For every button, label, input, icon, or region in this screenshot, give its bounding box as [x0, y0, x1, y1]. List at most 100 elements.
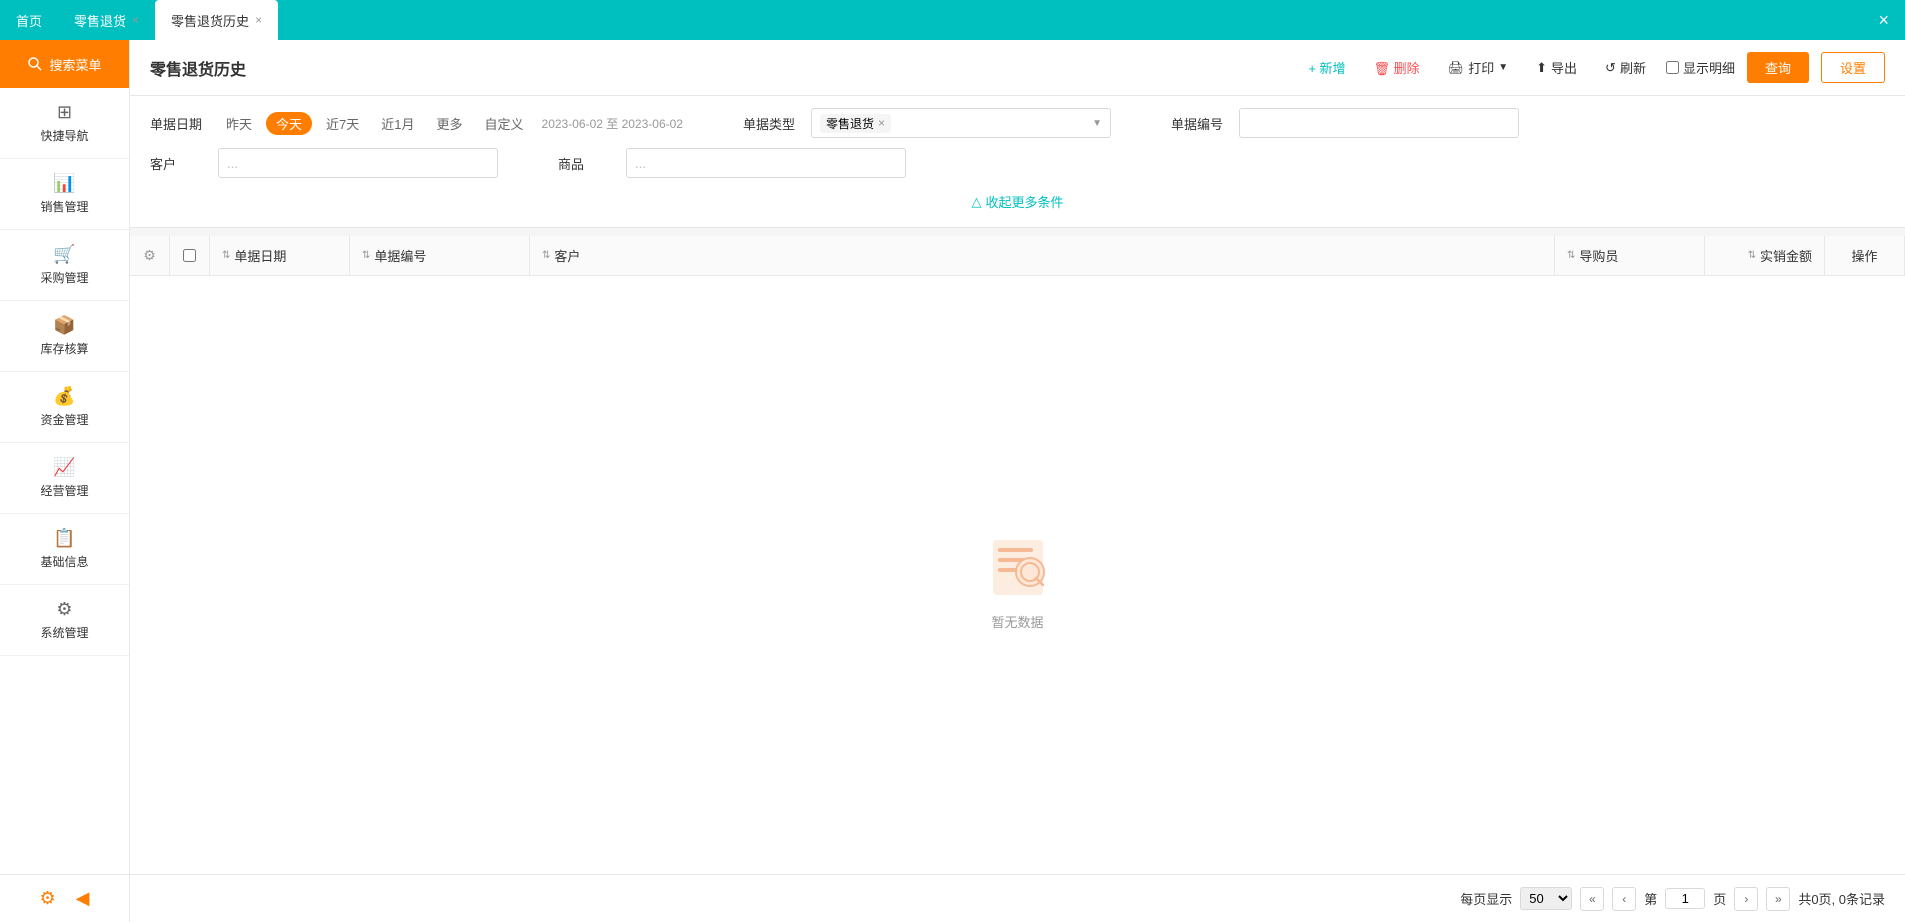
per-page-label: 每页显示 — [1460, 889, 1512, 908]
th-date: ⇅ 单据日期 — [210, 236, 350, 275]
pagination: 每页显示 50 10 20 100 « ‹ 第 页 › » 共0页, 0条记录 — [130, 874, 1905, 922]
print-arrow-icon: ▼ — [1498, 62, 1508, 73]
sort-date-icon[interactable]: ⇅ — [222, 250, 230, 261]
date-filter-label: 单据日期 — [150, 114, 210, 133]
th-date-label: 单据日期 — [234, 246, 286, 265]
bill-type-dropdown-icon: ▼ — [1092, 118, 1102, 129]
content-area: 零售退货历史 + 新增 🗑 删除 🖨 🖨 打印 打印 ▼ ⬆ 导出 ↺ 刷新 — [130, 40, 1905, 922]
sort-guide-icon[interactable]: ⇅ — [1567, 250, 1575, 261]
goods-select[interactable]: ... — [626, 148, 906, 178]
prev-page-button[interactable]: ‹ — [1612, 887, 1636, 911]
new-button[interactable]: + 新增 — [1300, 54, 1353, 81]
print-button[interactable]: 🖨 🖨 打印 打印 ▼ — [1440, 54, 1516, 81]
goods-label: 商品 — [558, 154, 618, 173]
select-all-checkbox[interactable] — [183, 249, 196, 262]
date-selector: 昨天 今天 近7天 近1月 更多 自定义 2023-06-02 至 2023-0… — [218, 112, 683, 135]
sidebar-item-purchase-label: 采购管理 — [40, 269, 88, 286]
total-label: 共0页, 0条记录 — [1798, 889, 1885, 908]
th-settings[interactable]: ⚙ — [130, 236, 170, 275]
sidebar-item-system[interactable]: ⚙ 系统管理 — [0, 585, 129, 656]
date-option-more[interactable]: 更多 — [429, 112, 471, 135]
print-icon: 🖨 — [1448, 60, 1465, 76]
collapse-label: 收起更多条件 — [985, 192, 1063, 211]
date-option-custom[interactable]: 自定义 — [477, 112, 532, 135]
refresh-icon: ↺ — [1605, 60, 1616, 76]
sidebar-item-purchase[interactable]: 🛒 采购管理 — [0, 230, 129, 301]
filter-area: 单据日期 昨天 今天 近7天 近1月 更多 自定义 2023-06-02 至 2… — [130, 96, 1905, 228]
sort-billno-icon[interactable]: ⇅ — [362, 250, 370, 261]
tab-retail-return-close[interactable]: × — [132, 13, 139, 27]
filter-row-1: 单据日期 昨天 今天 近7天 近1月 更多 自定义 2023-06-02 至 2… — [150, 108, 1885, 138]
sidebar-item-operation[interactable]: 📈 经营管理 — [0, 443, 129, 514]
th-checkbox[interactable] — [170, 236, 210, 275]
bill-no-input[interactable] — [1239, 108, 1519, 138]
sidebar-item-inventory[interactable]: 📦 库存核算 — [0, 301, 129, 372]
th-guide: ⇅ 导购员 — [1555, 236, 1705, 275]
table-area: ⚙ ⇅ 单据日期 ⇅ 单据编号 ⇅ 客户 ⇅ — [130, 236, 1905, 922]
per-page-select[interactable]: 50 10 20 100 — [1520, 887, 1572, 910]
sidebar-bottom: ⚙ ◀ — [0, 874, 129, 922]
export-button[interactable]: ⬆ 导出 — [1528, 54, 1585, 81]
page-header: 零售退货历史 + 新增 🗑 删除 🖨 🖨 打印 打印 ▼ ⬆ 导出 ↺ 刷新 — [130, 40, 1905, 96]
bill-type-tag-remove[interactable]: × — [878, 116, 885, 130]
date-option-7days[interactable]: 近7天 — [318, 112, 367, 135]
empty-text: 暂无数据 — [991, 612, 1043, 631]
page-title: 零售退货历史 — [150, 56, 246, 80]
finance-icon: 💰 — [53, 386, 75, 407]
tab-retail-return[interactable]: 零售退货 × — [58, 0, 155, 40]
collapse-filter-button[interactable]: △ 收起更多条件 — [971, 192, 1063, 211]
last-page-button[interactable]: » — [1766, 887, 1790, 911]
sort-amount-icon[interactable]: ⇅ — [1748, 250, 1756, 261]
first-page-button[interactable]: « — [1580, 887, 1604, 911]
bill-no-label: 单据编号 — [1171, 114, 1231, 133]
empty-illustration — [978, 520, 1058, 600]
page-label-pre: 第 — [1644, 889, 1657, 908]
date-option-yesterday[interactable]: 昨天 — [218, 112, 260, 135]
tab-retail-return-history-close[interactable]: × — [255, 13, 262, 27]
show-detail-label: 显示明细 — [1683, 58, 1735, 77]
customer-select[interactable]: ... — [218, 148, 498, 178]
sidebar-collapse-icon[interactable]: ◀ — [76, 888, 90, 909]
bill-type-tag-text: 零售退货 — [826, 115, 874, 132]
current-page-input[interactable] — [1665, 888, 1705, 909]
customer-filter: 客户 ... — [150, 148, 498, 178]
main-layout: 搜索菜单 ⊞ 快捷导航 📊 销售管理 🛒 采购管理 📦 库存核算 💰 资金管理 — [0, 40, 1905, 922]
sidebar-item-operation-label: 经营管理 — [40, 482, 88, 499]
sidebar-settings-icon[interactable]: ⚙ — [40, 888, 56, 909]
sidebar-item-quick-nav[interactable]: ⊞ 快捷导航 — [0, 88, 129, 159]
next-page-button[interactable]: › — [1734, 887, 1758, 911]
page-label-post: 页 — [1713, 889, 1726, 908]
tab-retail-return-label: 零售退货 — [74, 11, 126, 30]
sort-customer-icon[interactable]: ⇅ — [542, 250, 550, 261]
filter-row-2: 客户 ... 商品 ... — [150, 148, 1885, 178]
show-detail-checkbox[interactable] — [1666, 61, 1679, 74]
sidebar-item-sales-label: 销售管理 — [40, 198, 88, 215]
set-button[interactable]: 设置 — [1821, 52, 1885, 83]
query-button[interactable]: 查询 — [1747, 52, 1809, 83]
sidebar-item-system-label: 系统管理 — [40, 624, 88, 641]
date-option-1month[interactable]: 近1月 — [373, 112, 422, 135]
window-close-button[interactable]: × — [1862, 10, 1905, 31]
date-option-today[interactable]: 今天 — [266, 112, 312, 135]
search-icon — [27, 56, 43, 72]
collapse-icon: △ — [971, 194, 981, 210]
sidebar-search[interactable]: 搜索菜单 — [0, 40, 129, 88]
sidebar: 搜索菜单 ⊞ 快捷导航 📊 销售管理 🛒 采购管理 📦 库存核算 💰 资金管理 — [0, 40, 130, 922]
bill-type-select[interactable]: 零售退货 × ▼ — [811, 108, 1111, 138]
sidebar-item-finance-label: 资金管理 — [40, 411, 88, 428]
refresh-button[interactable]: ↺ 刷新 — [1597, 54, 1654, 81]
tab-home[interactable]: 首页 — [0, 0, 58, 40]
export-icon: ⬆ — [1536, 60, 1547, 76]
delete-button[interactable]: 🗑 删除 — [1366, 54, 1428, 81]
sidebar-item-base[interactable]: 📋 基础信息 — [0, 514, 129, 585]
tab-retail-return-history[interactable]: 零售退货历史 × — [155, 0, 278, 40]
quick-nav-icon: ⊞ — [57, 102, 72, 123]
table-header: ⚙ ⇅ 单据日期 ⇅ 单据编号 ⇅ 客户 ⇅ — [130, 236, 1905, 276]
date-range-display: 2023-06-02 至 2023-06-02 — [542, 115, 683, 132]
sidebar-item-sales[interactable]: 📊 销售管理 — [0, 159, 129, 230]
sidebar-item-quick-nav-label: 快捷导航 — [40, 127, 88, 144]
sidebar-item-finance[interactable]: 💰 资金管理 — [0, 372, 129, 443]
show-detail-checkbox-label[interactable]: 显示明细 — [1666, 58, 1735, 77]
base-icon: 📋 — [53, 528, 75, 549]
customer-placeholder: ... — [227, 156, 238, 171]
